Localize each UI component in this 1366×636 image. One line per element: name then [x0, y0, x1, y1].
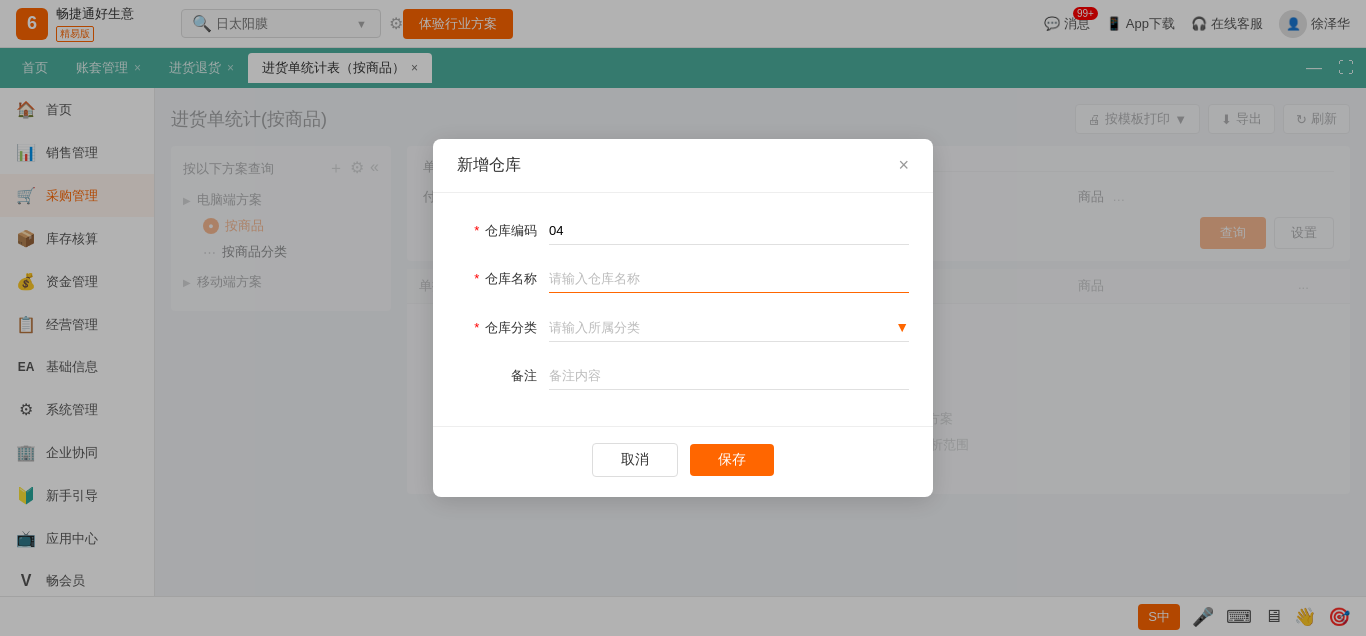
modal-new-warehouse: 新增仓库 × * 仓库编码 * 仓库名称 — [433, 139, 933, 497]
modal-header: 新增仓库 × — [433, 139, 933, 193]
required-star-code: * — [474, 223, 479, 238]
code-label: * 仓库编码 — [457, 222, 537, 240]
category-label: * 仓库分类 — [457, 319, 537, 337]
remark-label: 备注 — [457, 367, 537, 385]
required-star-category: * — [474, 320, 479, 335]
remark-input[interactable] — [549, 362, 909, 390]
save-button[interactable]: 保存 — [690, 444, 774, 476]
modal-overlay: 新增仓库 × * 仓库编码 * 仓库名称 — [0, 0, 1366, 636]
modal-title: 新增仓库 — [457, 155, 521, 176]
form-row-category: * 仓库分类 ▼ — [457, 313, 909, 342]
form-row-code: * 仓库编码 — [457, 217, 909, 245]
required-star-name: * — [474, 271, 479, 286]
modal-body: * 仓库编码 * 仓库名称 * 仓库分类 — [433, 193, 933, 426]
name-input[interactable] — [549, 265, 909, 293]
name-label: * 仓库名称 — [457, 270, 537, 288]
cancel-button[interactable]: 取消 — [592, 443, 678, 477]
modal-close-button[interactable]: × — [898, 155, 909, 176]
modal-footer: 取消 保存 — [433, 426, 933, 497]
form-row-name: * 仓库名称 — [457, 265, 909, 293]
form-row-remark: 备注 — [457, 362, 909, 390]
category-select[interactable]: ▼ — [549, 313, 909, 342]
code-input[interactable] — [549, 217, 909, 245]
category-chevron-icon: ▼ — [895, 319, 909, 335]
category-input[interactable] — [549, 320, 895, 335]
